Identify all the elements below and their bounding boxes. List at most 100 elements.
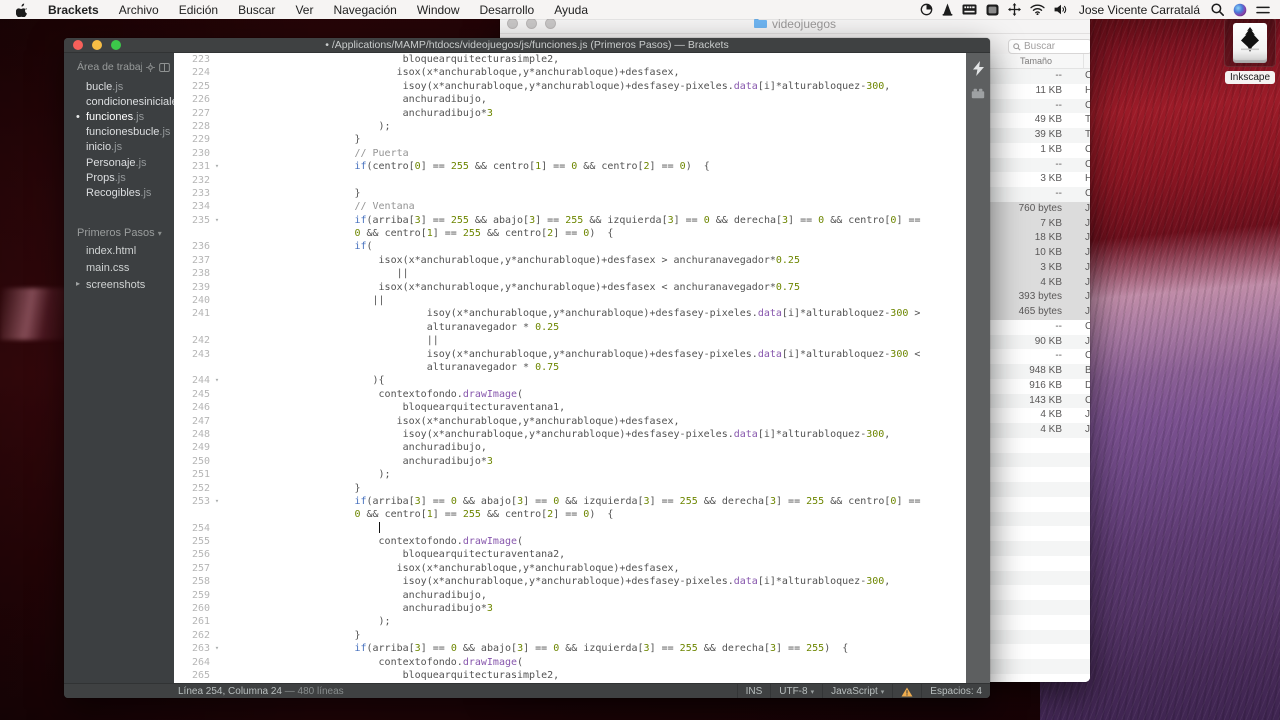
gear-icon[interactable] bbox=[146, 62, 155, 72]
brackets-titlebar[interactable]: • /Applications/MAMP/htdocs/videojuegos/… bbox=[64, 38, 990, 53]
fold-arrow-icon[interactable]: ▾ bbox=[212, 495, 222, 508]
project-file-main[interactable]: main.css bbox=[64, 260, 174, 277]
code-line[interactable]: alturanavegador * 0.25 bbox=[174, 321, 966, 334]
status-insert-mode[interactable]: INS bbox=[736, 684, 771, 698]
finder-search-field[interactable]: Buscar bbox=[1008, 39, 1090, 54]
close-button[interactable] bbox=[73, 40, 83, 50]
column-divider[interactable] bbox=[1083, 54, 1084, 68]
keyboard-icon[interactable] bbox=[962, 4, 977, 15]
menu-ver[interactable]: Ver bbox=[285, 3, 323, 17]
working-file-inicio[interactable]: inicio.js bbox=[64, 140, 174, 155]
fold-arrow-icon[interactable]: ▾ bbox=[212, 642, 222, 655]
status-language[interactable]: JavaScript ▾ bbox=[822, 684, 892, 698]
fold-arrow-icon[interactable]: ▾ bbox=[212, 374, 222, 387]
code-line[interactable]: 266 isox(x*anchurabloque,y*anchurabloque… bbox=[174, 682, 966, 683]
code-line[interactable]: 247 isox(x*anchurabloque,y*anchurabloque… bbox=[174, 415, 966, 428]
pie-chart-icon[interactable] bbox=[920, 3, 933, 16]
code-line[interactable]: 236 if( bbox=[174, 240, 966, 253]
code-line[interactable]: 238 || bbox=[174, 267, 966, 280]
working-file-Personaje[interactable]: Personaje.js bbox=[64, 155, 174, 170]
code-line[interactable]: 230 // Puerta bbox=[174, 147, 966, 160]
working-file-funciones[interactable]: • funciones.js bbox=[64, 109, 174, 124]
project-dropdown[interactable]: Primeros Pasos ▾ bbox=[64, 223, 174, 243]
code-line[interactable]: 233 } bbox=[174, 187, 966, 200]
code-line[interactable]: 265 bloquearquitecturasimple2, bbox=[174, 669, 966, 682]
live-preview-icon[interactable] bbox=[972, 61, 985, 76]
code-line[interactable]: 226 anchuradibujo, bbox=[174, 93, 966, 106]
menu-ayuda[interactable]: Ayuda bbox=[544, 3, 598, 17]
vlc-cone-icon[interactable] bbox=[942, 3, 953, 16]
menu-desarrollo[interactable]: Desarrollo bbox=[470, 3, 545, 17]
minimize-button[interactable] bbox=[92, 40, 102, 50]
code-line[interactable]: 251 ); bbox=[174, 468, 966, 481]
move-tool-icon[interactable] bbox=[1007, 3, 1021, 16]
fold-arrow-icon[interactable]: ▾ bbox=[212, 214, 222, 227]
code-line[interactable]: 246 bloquearquitecturaventana1, bbox=[174, 401, 966, 414]
status-lint-warning[interactable] bbox=[892, 684, 921, 698]
status-encoding[interactable]: UTF-8 ▾ bbox=[770, 684, 822, 698]
code-line[interactable]: 223 bloquearquitecturasimple2, bbox=[174, 53, 966, 66]
code-line[interactable]: 235 ▾ if(arriba[3] == 255 && abajo[3] == … bbox=[174, 214, 966, 227]
status-indentation[interactable]: Espacios: 4 bbox=[921, 684, 990, 698]
fold-arrow-icon[interactable]: ▾ bbox=[212, 160, 222, 173]
code-line[interactable]: 245 contextofondo.drawImage( bbox=[174, 388, 966, 401]
code-line[interactable]: 244 ▾ ){ bbox=[174, 374, 966, 387]
project-file-index[interactable]: index.html bbox=[64, 243, 174, 260]
working-file-Recogibles[interactable]: Recogibles.js bbox=[64, 185, 174, 200]
menu-bar-username[interactable]: Jose Vicente Carratalá bbox=[1077, 3, 1202, 17]
code-line[interactable]: 263 ▾ if(arriba[3] == 0 && abajo[3] == 0 … bbox=[174, 642, 966, 655]
working-file-condicionesiniciales[interactable]: condicionesiniciales.js bbox=[64, 94, 174, 109]
menu-archivo[interactable]: Archivo bbox=[109, 3, 169, 17]
menu-window[interactable]: Window bbox=[407, 3, 470, 17]
menu-app-name[interactable]: Brackets bbox=[38, 3, 109, 17]
code-line[interactable]: 248 isoy(x*anchurabloque,y*anchurabloque… bbox=[174, 428, 966, 441]
zoom-button[interactable] bbox=[545, 18, 556, 29]
zoom-button[interactable] bbox=[111, 40, 121, 50]
code-line[interactable]: 227 anchuradibujo*3 bbox=[174, 107, 966, 120]
extension-manager-icon[interactable] bbox=[971, 88, 985, 99]
code-line[interactable]: 239 isox(x*anchurabloque,y*anchurabloque… bbox=[174, 281, 966, 294]
split-view-icon[interactable] bbox=[159, 62, 170, 72]
code-line[interactable]: 264 contextofondo.drawImage( bbox=[174, 656, 966, 669]
menu-buscar[interactable]: Buscar bbox=[228, 3, 285, 17]
code-line[interactable]: 252 } bbox=[174, 482, 966, 495]
code-line[interactable]: 257 isox(x*anchurabloque,y*anchurabloque… bbox=[174, 562, 966, 575]
working-file-Props[interactable]: Props.js bbox=[64, 170, 174, 185]
code-line[interactable]: 225 isoy(x*anchurabloque,y*anchurabloque… bbox=[174, 80, 966, 93]
code-line[interactable]: 253 ▾ if(arriba[3] == 0 && abajo[3] == 0 … bbox=[174, 495, 966, 508]
code-line[interactable]: 260 anchuradibujo*3 bbox=[174, 602, 966, 615]
code-line[interactable]: 242 || bbox=[174, 334, 966, 347]
menu-navegacion[interactable]: Navegación bbox=[323, 3, 406, 17]
code-line[interactable]: 256 bloquearquitecturaventana2, bbox=[174, 548, 966, 561]
code-line[interactable]: 241 isoy(x*anchurabloque,y*anchurabloque… bbox=[174, 307, 966, 320]
menu-edicion[interactable]: Edición bbox=[169, 3, 228, 17]
cursor-position[interactable]: Línea 254, Columna 24 — 480 líneas bbox=[64, 686, 737, 697]
code-line[interactable]: 229 } bbox=[174, 133, 966, 146]
notification-center-icon[interactable] bbox=[1256, 4, 1270, 16]
code-line[interactable]: 228 ); bbox=[174, 120, 966, 133]
minimize-button[interactable] bbox=[526, 18, 537, 29]
code-line[interactable]: 240 || bbox=[174, 294, 966, 307]
wifi-icon[interactable] bbox=[1030, 4, 1045, 15]
display-icon[interactable] bbox=[986, 4, 999, 16]
code-line[interactable]: 249 anchuradibujo, bbox=[174, 441, 966, 454]
working-file-bucle[interactable]: bucle.js bbox=[64, 79, 174, 94]
column-header-size[interactable]: Tamaño bbox=[990, 56, 1082, 66]
code-line[interactable]: 0 && centro[1] == 255 && centro[2] == 0)… bbox=[174, 227, 966, 240]
code-line[interactable]: 0 && centro[1] == 255 && centro[2] == 0)… bbox=[174, 508, 966, 521]
code-line[interactable]: 258 isoy(x*anchurabloque,y*anchurabloque… bbox=[174, 575, 966, 588]
code-editor[interactable]: 223 bloquearquitecturasimple2, 224 isox(x… bbox=[174, 53, 966, 683]
project-file-screenshots[interactable]: ▸ screenshots bbox=[64, 277, 174, 294]
siri-icon[interactable] bbox=[1233, 3, 1247, 17]
code-line[interactable]: 243 isoy(x*anchurabloque,y*anchurabloque… bbox=[174, 348, 966, 361]
code-line[interactable]: 255 contextofondo.drawImage( bbox=[174, 535, 966, 548]
code-line[interactable]: 224 isox(x*anchurabloque,y*anchurabloque… bbox=[174, 66, 966, 79]
code-line[interactable]: 254 bbox=[174, 522, 966, 535]
inkscape-desktop-icon[interactable]: Inkscape bbox=[1222, 18, 1278, 85]
code-line[interactable]: 232 bbox=[174, 174, 966, 187]
working-file-funcionesbucle[interactable]: funcionesbucle.js bbox=[64, 125, 174, 140]
code-line[interactable]: 259 anchuradibujo, bbox=[174, 589, 966, 602]
code-line[interactable]: 250 anchuradibujo*3 bbox=[174, 455, 966, 468]
apple-menu-icon[interactable] bbox=[10, 2, 38, 17]
code-line[interactable]: alturanavegador * 0.75 bbox=[174, 361, 966, 374]
